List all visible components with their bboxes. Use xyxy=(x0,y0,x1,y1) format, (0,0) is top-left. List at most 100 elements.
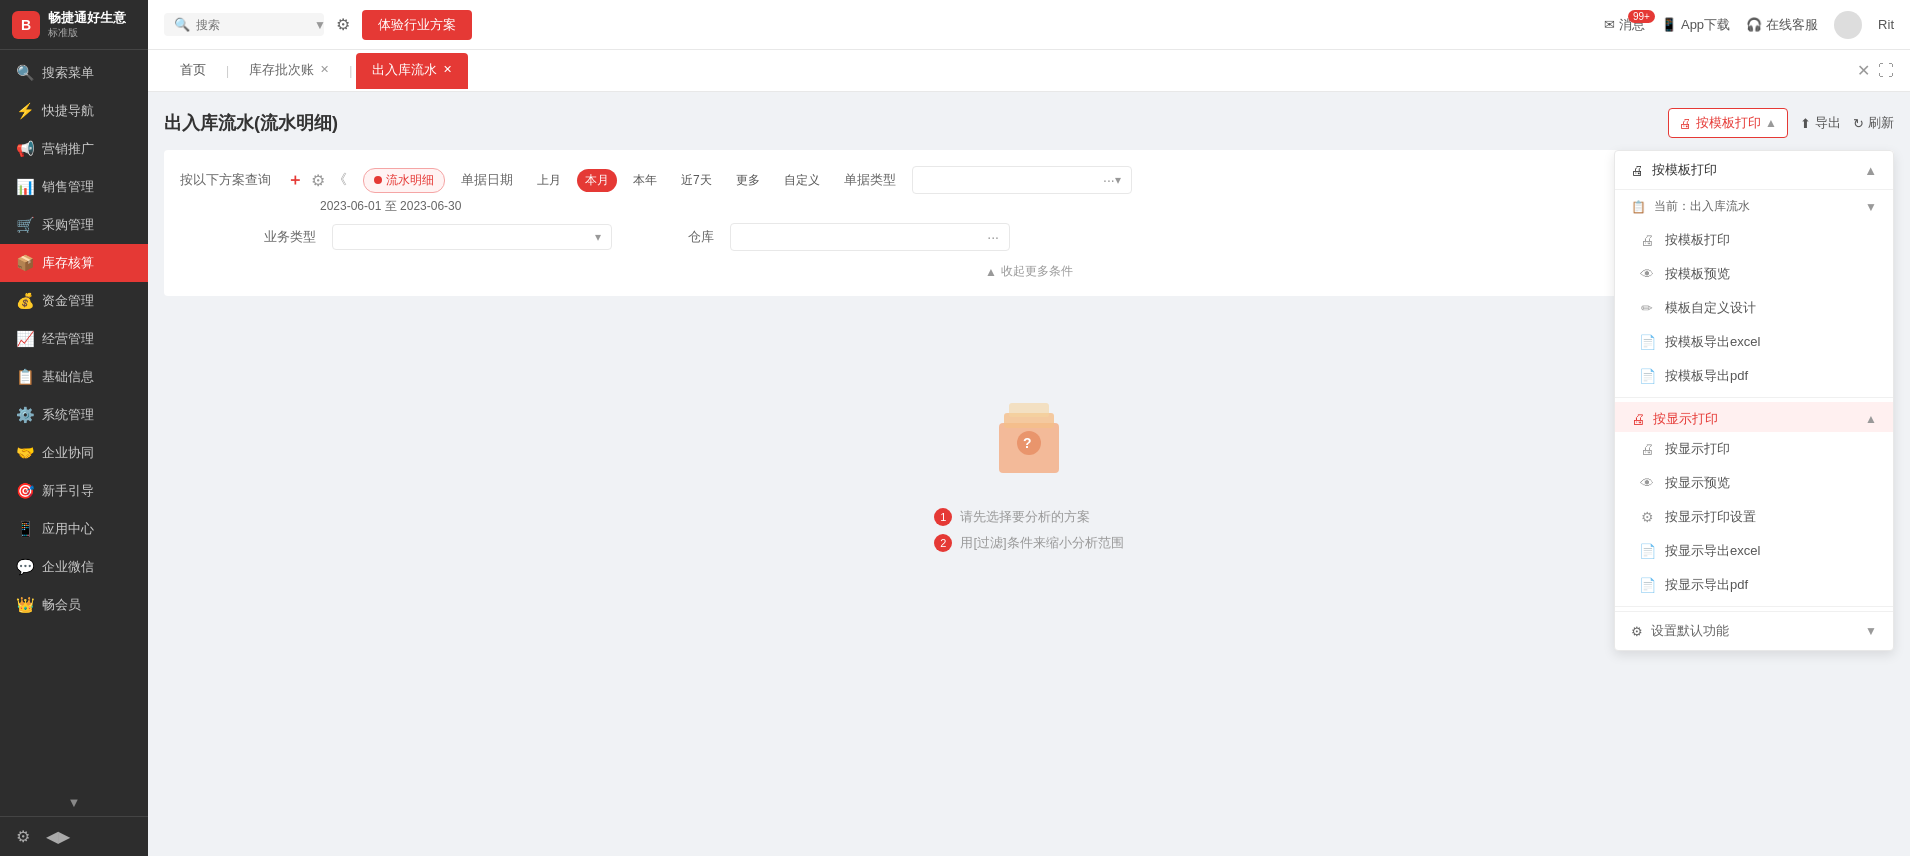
sidebar-item-shortcut[interactable]: ⚡快捷导航 xyxy=(0,92,148,130)
tab-home[interactable]: 首页 xyxy=(164,53,222,89)
filter-label: 按以下方案查询 xyxy=(180,171,271,189)
dropdown-item-template-pdf[interactable]: 📄 按模板导出pdf xyxy=(1615,359,1893,393)
trial-btn[interactable]: 体验行业方案 xyxy=(362,10,472,40)
filter-tag[interactable]: 流水明细 xyxy=(363,168,445,193)
search-dropdown-icon[interactable]: ▼ xyxy=(314,18,326,32)
dropdown-up-arrow[interactable]: ▲ xyxy=(1864,163,1877,178)
template-print-chevron[interactable]: ▲ xyxy=(1765,116,1777,130)
business-type-field[interactable]: ▾ xyxy=(332,224,612,250)
user-avatar[interactable] xyxy=(1834,11,1862,39)
sidebar-item-sales[interactable]: 📊销售管理 xyxy=(0,168,148,206)
set-default-arrow[interactable]: ▼ xyxy=(1865,624,1877,638)
sidebar-label-operation: 经营管理 xyxy=(42,330,94,348)
app-logo-icon: B xyxy=(12,11,40,39)
dropdown-current-arrow[interactable]: ▼ xyxy=(1865,200,1877,214)
sidebar-item-vip[interactable]: 👑畅会员 xyxy=(0,586,148,624)
dropdown-item-display-print[interactable]: 🖨 按显示打印 xyxy=(1615,432,1893,466)
sidebar-item-finance[interactable]: 💰资金管理 xyxy=(0,282,148,320)
refresh-btn[interactable]: ↻ 刷新 xyxy=(1853,114,1894,132)
sidebar-item-operation[interactable]: 📈经营管理 xyxy=(0,320,148,358)
sidebar-nav: 🔍 搜索菜单 ⚡快捷导航📢营销推广📊销售管理🛒采购管理📦库存核算💰资金管理📈经营管理… xyxy=(0,50,148,789)
sidebar-item-basic[interactable]: 📋基础信息 xyxy=(0,358,148,396)
dropdown-display-section-header[interactable]: 🖨 按显示打印 ▲ xyxy=(1615,402,1893,432)
filter-collapse-left-btn[interactable]: 《 xyxy=(333,171,347,189)
sidebar-label-sales: 销售管理 xyxy=(42,178,94,196)
dropdown-item-template-print[interactable]: 🖨 按模板打印 xyxy=(1615,223,1893,257)
tab-inventory-batch-close[interactable]: ✕ xyxy=(320,63,329,76)
sidebar-label-inventory: 库存核算 xyxy=(42,254,94,272)
sidebar-label-finance: 资金管理 xyxy=(42,292,94,310)
set-default-icon: ⚙ xyxy=(1631,624,1643,639)
sidebar-icon-search: 🔍 xyxy=(16,64,34,82)
date-btn-last-month[interactable]: 上月 xyxy=(529,169,569,192)
display-settings-icon: ⚙ xyxy=(1639,509,1655,525)
collapse-icon[interactable]: ◀▶ xyxy=(46,827,70,846)
sidebar-label-purchase: 采购管理 xyxy=(42,216,94,234)
dropdown-item-display-preview[interactable]: 👁 按显示预览 xyxy=(1615,466,1893,500)
search-input[interactable] xyxy=(196,18,306,32)
sidebar-logo: B 畅捷通好生意 标准版 xyxy=(0,0,148,50)
dropdown-item-template-custom[interactable]: ✏ 模板自定义设计 xyxy=(1615,291,1893,325)
search-icon: 🔍 xyxy=(174,17,190,32)
sidebar-item-search[interactable]: 🔍 搜索菜单 xyxy=(0,54,148,92)
step-2-text: 用[过滤]条件来缩小分析范围 xyxy=(960,534,1123,552)
dropdown-item-display-pdf[interactable]: 📄 按显示导出pdf xyxy=(1615,568,1893,602)
sidebar-label-guide: 新手引导 xyxy=(42,482,94,500)
tab-home-label: 首页 xyxy=(180,61,206,79)
dropdown-item-display-excel[interactable]: 📄 按显示导出excel xyxy=(1615,534,1893,568)
sidebar-label-coop: 企业协同 xyxy=(42,444,94,462)
sidebar-item-marketing[interactable]: 📢营销推广 xyxy=(0,130,148,168)
doc-type-arrow[interactable]: ▾ xyxy=(1115,173,1121,187)
tabbar-close-btn[interactable]: ✕ xyxy=(1857,61,1870,80)
doc-type-dots[interactable]: ··· xyxy=(1103,172,1115,188)
filter-settings-btn[interactable]: ⚙ xyxy=(311,171,325,190)
tab-inout-flow[interactable]: 出入库流水 ✕ xyxy=(356,53,468,89)
message-action[interactable]: ✉ 消息 99+ xyxy=(1604,16,1645,34)
warehouse-label: 仓库 xyxy=(688,228,714,246)
date-label: 单据日期 xyxy=(461,171,513,189)
filter-add-btn[interactable]: ＋ xyxy=(287,170,303,191)
business-type-arrow[interactable]: ▾ xyxy=(595,230,601,244)
topbar-gear-icon[interactable]: ⚙ xyxy=(336,15,350,34)
empty-step-1: 1 请先选择要分析的方案 xyxy=(934,508,1123,526)
sidebar-item-purchase[interactable]: 🛒采购管理 xyxy=(0,206,148,244)
sidebar-label-search: 搜索菜单 xyxy=(42,64,94,82)
dropdown-item-display-settings[interactable]: ⚙ 按显示打印设置 xyxy=(1615,500,1893,534)
tab-inventory-batch[interactable]: 库存批次账 ✕ xyxy=(233,53,345,89)
warehouse-dots[interactable]: ··· xyxy=(987,229,999,245)
display-print-icon: 🖨 xyxy=(1639,441,1655,457)
date-btn-this-month[interactable]: 本月 xyxy=(577,169,617,192)
dropdown-item-template-preview[interactable]: 👁 按模板预览 xyxy=(1615,257,1893,291)
doc-type-field[interactable]: ··· ▾ xyxy=(912,166,1132,194)
sidebar-item-coop[interactable]: 🤝企业协同 xyxy=(0,434,148,472)
online-service-action[interactable]: 🎧 在线客服 xyxy=(1746,16,1818,34)
main-area: 🔍 ▼ ⚙ 体验行业方案 ✉ 消息 99+ 📱 App下载 🎧 在线客服 Rit xyxy=(148,0,1910,856)
tab-inout-flow-close[interactable]: ✕ xyxy=(443,63,452,76)
sidebar-item-wechat[interactable]: 💬企业微信 xyxy=(0,548,148,586)
date-btn-this-year[interactable]: 本年 xyxy=(625,169,665,192)
sidebar-item-system[interactable]: ⚙️系统管理 xyxy=(0,396,148,434)
dropdown-header-label: 按模板打印 xyxy=(1652,161,1717,179)
template-excel-icon: 📄 xyxy=(1639,334,1655,350)
current-template-icon: 📋 xyxy=(1631,200,1646,214)
warehouse-field[interactable]: ··· xyxy=(730,223,1010,251)
page-header: 出入库流水(流水明细) 🖨 按模板打印 ▲ ⬆ 导出 ↻ 刷新 xyxy=(164,108,1894,138)
dropdown-footer-set-default[interactable]: ⚙ 设置默认功能 ▼ xyxy=(1615,611,1893,650)
settings-icon[interactable]: ⚙ xyxy=(16,827,30,846)
sidebar-scroll-down[interactable]: ▼ xyxy=(0,789,148,816)
date-btn-custom[interactable]: 自定义 xyxy=(776,169,828,192)
date-btn-more[interactable]: 更多 xyxy=(728,169,768,192)
sidebar-item-inventory[interactable]: 📦库存核算 xyxy=(0,244,148,282)
app-download-action[interactable]: 📱 App下载 xyxy=(1661,16,1730,34)
date-btn-7days[interactable]: 近7天 xyxy=(673,169,720,192)
export-btn[interactable]: ⬆ 导出 xyxy=(1800,114,1841,132)
filter-collapse-btn[interactable]: ▲ 收起更多条件 xyxy=(985,263,1073,280)
sidebar-item-appstore[interactable]: 📱应用中心 xyxy=(0,510,148,548)
display-section-arrow[interactable]: ▲ xyxy=(1865,412,1877,426)
tabbar-expand-btn[interactable]: ⛶ xyxy=(1878,62,1894,80)
search-bar[interactable]: 🔍 ▼ xyxy=(164,13,324,36)
template-print-btn[interactable]: 🖨 按模板打印 ▲ xyxy=(1668,108,1788,138)
dropdown-item-template-excel[interactable]: 📄 按模板导出excel xyxy=(1615,325,1893,359)
sidebar-item-guide[interactable]: 🎯新手引导 xyxy=(0,472,148,510)
tabbar-right: ✕ ⛶ xyxy=(1857,61,1894,80)
